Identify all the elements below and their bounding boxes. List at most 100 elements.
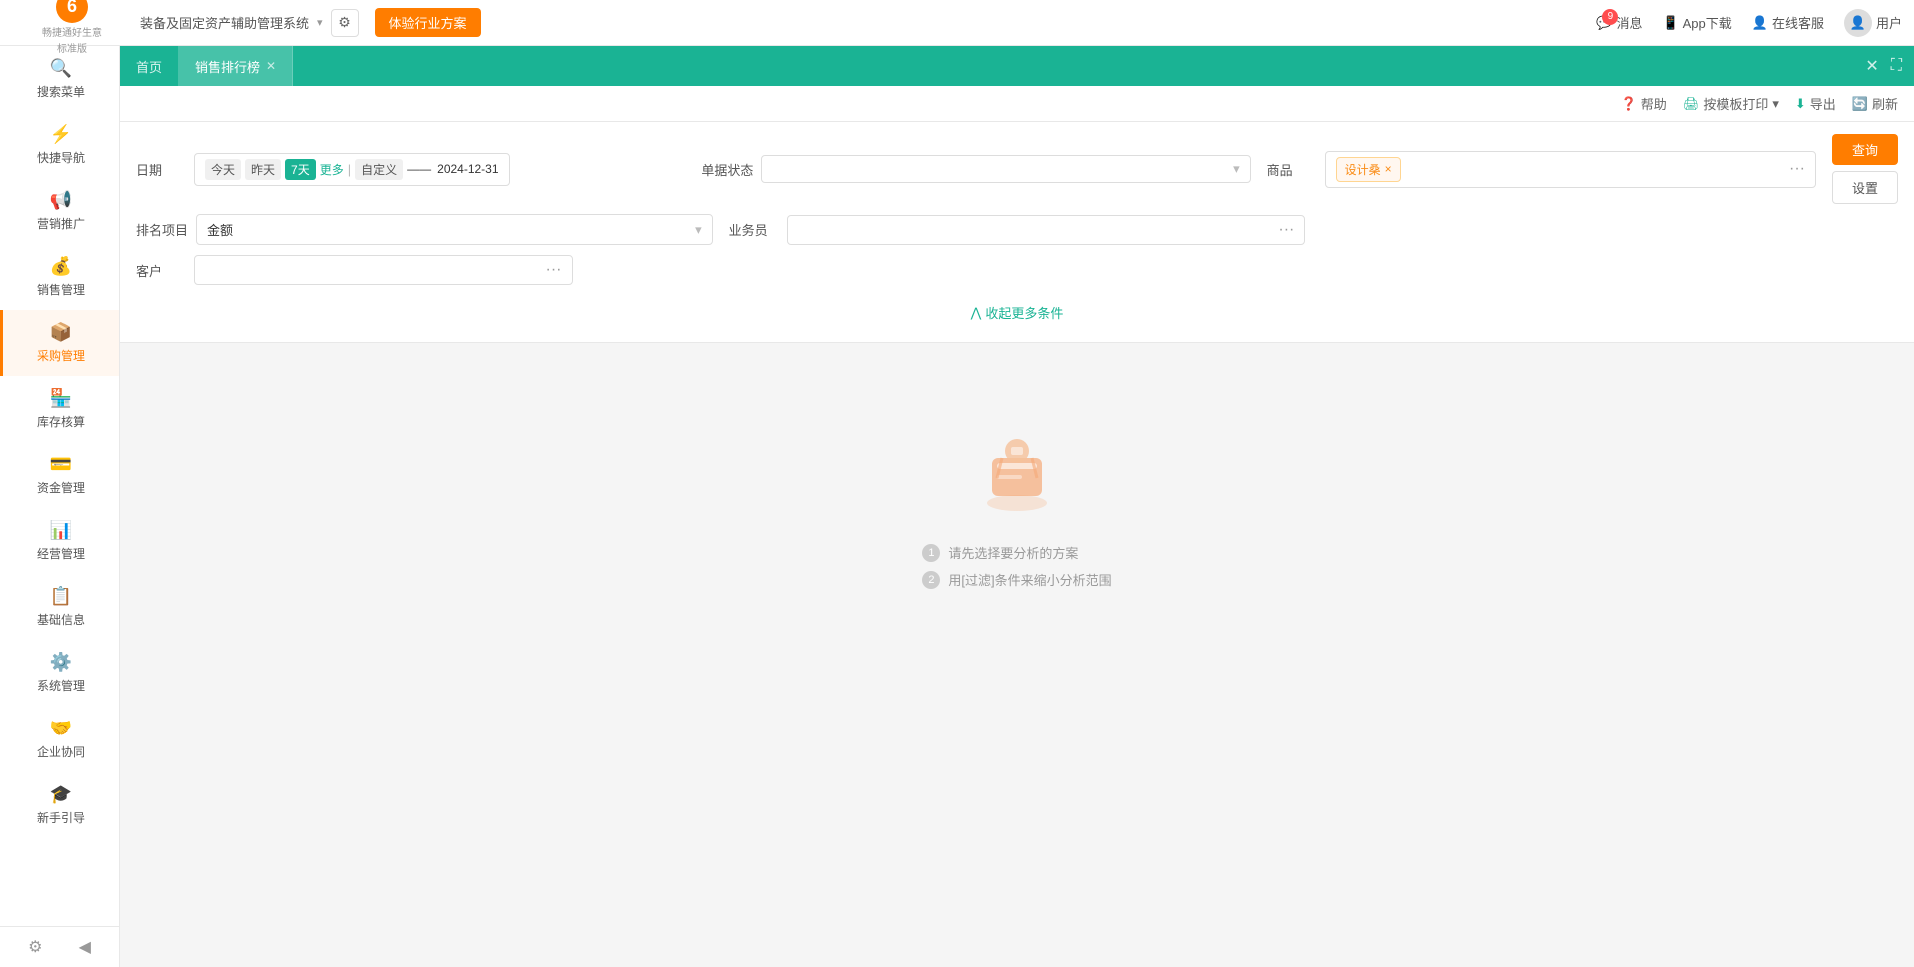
sidebar-items: 🔍 搜索菜单 ⚡ 快捷导航 📢 营销推广 💰 销售管理 📦 采购管理 🏪 库存核…	[0, 46, 119, 838]
print-btn[interactable]: 🖨 按模板打印 ▾	[1683, 94, 1779, 113]
sidebar-bottom: ⚙ ◀	[0, 926, 119, 967]
empty-illustration	[967, 423, 1067, 523]
rank-label: 排名项目	[136, 220, 188, 239]
sidebar-item-0[interactable]: 🔍 搜索菜单	[0, 46, 119, 112]
sidebar-item-2[interactable]: 📢 营销推广	[0, 178, 119, 244]
tab-maximize-btn[interactable]: ⛶	[1887, 53, 1906, 79]
sidebar-item-4[interactable]: 📦 采购管理	[0, 310, 119, 376]
order-status-filter: 单据状态 ▾	[701, 155, 1250, 183]
sidebar-item-9[interactable]: ⚙️ 系统管理	[0, 640, 119, 706]
goods-filter: 商品 设计桑 × ···	[1267, 151, 1816, 188]
settings-bottom-btn[interactable]: ⚙	[28, 937, 42, 957]
main-layout: 🔍 搜索菜单 ⚡ 快捷导航 📢 营销推广 💰 销售管理 📦 采购管理 🏪 库存核…	[0, 46, 1914, 967]
empty-tip-1: 1 请先选择要分析的方案	[922, 543, 1111, 562]
tip-text-1: 请先选择要分析的方案	[948, 543, 1078, 562]
export-btn[interactable]: ⬇ 导出	[1795, 94, 1836, 113]
content-area: 首页 销售排行榜 ✕ ✕ ⛶ ❓ 帮助 🖨 按模板打印 ▾ ⬇	[120, 46, 1914, 967]
date-more-link[interactable]: 更多	[320, 161, 344, 178]
filter-row-3: 客户 ···	[136, 255, 1898, 285]
order-status-control[interactable]: ▾	[761, 155, 1250, 183]
tab-close-icon[interactable]: ✕	[266, 59, 276, 73]
date-range-control[interactable]: 今天 昨天 7天 更多 | 自定义 —— 2024-12-31	[194, 153, 510, 186]
print-label: 按模板打印	[1703, 94, 1768, 113]
sidebar-item-1[interactable]: ⚡ 快捷导航	[0, 112, 119, 178]
query-btn[interactable]: 查询	[1832, 134, 1898, 165]
date-from-value: 2024-12-31	[437, 162, 498, 176]
user-btn[interactable]: 👤 用户	[1844, 9, 1902, 37]
export-icon: ⬇	[1795, 96, 1806, 112]
sidebar-icon-11: 🎓	[50, 784, 72, 805]
date-7days-btn[interactable]: 7天	[285, 159, 316, 180]
sidebar-icon-1: ⚡	[50, 124, 72, 145]
tip-text-2: 用[过滤]条件来缩小分析范围	[948, 570, 1111, 589]
order-status-label: 单据状态	[701, 160, 753, 179]
date-yesterday-btn[interactable]: 昨天	[245, 159, 281, 180]
sidebar-item-7[interactable]: 📊 经营管理	[0, 508, 119, 574]
settings-filter-btn[interactable]: 设置	[1832, 171, 1898, 204]
logo-icon: 6	[56, 0, 88, 23]
salesman-label: 业务员	[729, 220, 779, 239]
customer-filter: 客户 ···	[136, 255, 573, 285]
online-service-btn[interactable]: 👤 在线客服	[1752, 13, 1824, 32]
salesman-filter: 业务员 ···	[729, 215, 1306, 245]
sidebar-item-3[interactable]: 💰 销售管理	[0, 244, 119, 310]
rank-dropdown-icon: ▾	[695, 222, 702, 238]
tab-sales-ranking[interactable]: 销售排行榜 ✕	[179, 46, 293, 86]
sidebar-icon-7: 📊	[50, 520, 72, 541]
sidebar-item-11[interactable]: 🎓 新手引导	[0, 772, 119, 838]
salesman-control[interactable]: ···	[787, 215, 1306, 245]
sidebar-item-8[interactable]: 📋 基础信息	[0, 574, 119, 640]
goods-more-btn[interactable]: ···	[1789, 160, 1805, 178]
salesman-more-btn[interactable]: ···	[1278, 221, 1294, 239]
sidebar-label-4: 采购管理	[37, 347, 85, 364]
sidebar-icon-8: 📋	[50, 586, 72, 607]
sidebar-label-3: 销售管理	[37, 281, 85, 298]
sidebar-label-6: 资金管理	[37, 479, 85, 496]
sidebar-item-6[interactable]: 💳 资金管理	[0, 442, 119, 508]
refresh-label: 刷新	[1872, 94, 1898, 113]
sidebar-label-2: 营销推广	[37, 215, 85, 232]
message-badge-wrap: 💬 9	[1596, 15, 1612, 31]
refresh-icon: 🔄	[1852, 96, 1868, 112]
sidebar-item-10[interactable]: 🤝 企业协同	[0, 706, 119, 772]
collapse-label: 收起更多条件	[985, 303, 1063, 322]
customer-more-btn[interactable]: ···	[546, 261, 562, 279]
message-badge: 9	[1602, 9, 1618, 25]
help-btn[interactable]: ❓ 帮助	[1621, 94, 1667, 113]
header-right: 💬 9 消息 📱 App下载 👤 在线客服 👤 用户	[1596, 9, 1902, 37]
sidebar-item-5[interactable]: 🏪 库存核算	[0, 376, 119, 442]
filter-row-2: 排名项目 金额 ▾ 业务员 ···	[136, 214, 1898, 245]
tab-bar: 首页 销售排行榜 ✕ ✕ ⛶	[120, 46, 1914, 86]
print-dropdown-icon[interactable]: ▾	[1772, 96, 1779, 112]
app-download-label: App下载	[1683, 13, 1732, 32]
filter-row-1: 日期 今天 昨天 7天 更多 | 自定义 —— 2024-12-31 单据状态	[136, 134, 1898, 204]
sidebar-icon-3: 💰	[50, 256, 72, 277]
date-from-label: ——	[407, 162, 431, 176]
date-today-btn[interactable]: 今天	[205, 159, 241, 180]
order-status-dropdown-icon: ▾	[1233, 161, 1240, 177]
tab-close-window-btn[interactable]: ✕	[1861, 52, 1882, 80]
industry-btn[interactable]: 体验行业方案	[375, 8, 481, 37]
page-toolbar: ❓ 帮助 🖨 按模板打印 ▾ ⬇ 导出 🔄 刷新	[120, 86, 1914, 122]
top-header: 6 畅捷通好生意 标准版 装备及固定资产辅助管理系统 ▾ ⚙ 体验行业方案 💬 …	[0, 0, 1914, 46]
system-title-area: 装备及固定资产辅助管理系统 ▾ ⚙ 体验行业方案	[140, 8, 1596, 37]
refresh-btn[interactable]: 🔄 刷新	[1852, 94, 1898, 113]
system-title-dropdown[interactable]: ▾	[317, 16, 323, 29]
goods-control[interactable]: 设计桑 × ···	[1325, 151, 1816, 188]
message-btn[interactable]: 💬 9 消息	[1596, 13, 1642, 32]
tab-home-label: 首页	[136, 57, 162, 76]
collapse-sidebar-btn[interactable]: ◀	[79, 937, 91, 957]
customer-control[interactable]: ···	[194, 255, 573, 285]
rank-filter: 排名项目 金额 ▾	[136, 214, 713, 245]
logo-area: 6 畅捷通好生意 标准版	[12, 0, 132, 55]
sidebar-icon-0: 🔍	[50, 58, 72, 79]
system-title-text: 装备及固定资产辅助管理系统	[140, 13, 309, 32]
rank-control[interactable]: 金额 ▾	[196, 214, 713, 245]
tab-sales-ranking-label: 销售排行榜	[195, 57, 260, 76]
date-custom-btn[interactable]: 自定义	[355, 159, 403, 180]
app-download-btn[interactable]: 📱 App下载	[1662, 13, 1731, 32]
goods-label: 商品	[1267, 160, 1317, 179]
collapse-btn[interactable]: ⋀ 收起更多条件	[136, 295, 1898, 330]
system-settings-btn[interactable]: ⚙	[331, 9, 359, 37]
goods-tag-remove[interactable]: ×	[1385, 162, 1392, 176]
